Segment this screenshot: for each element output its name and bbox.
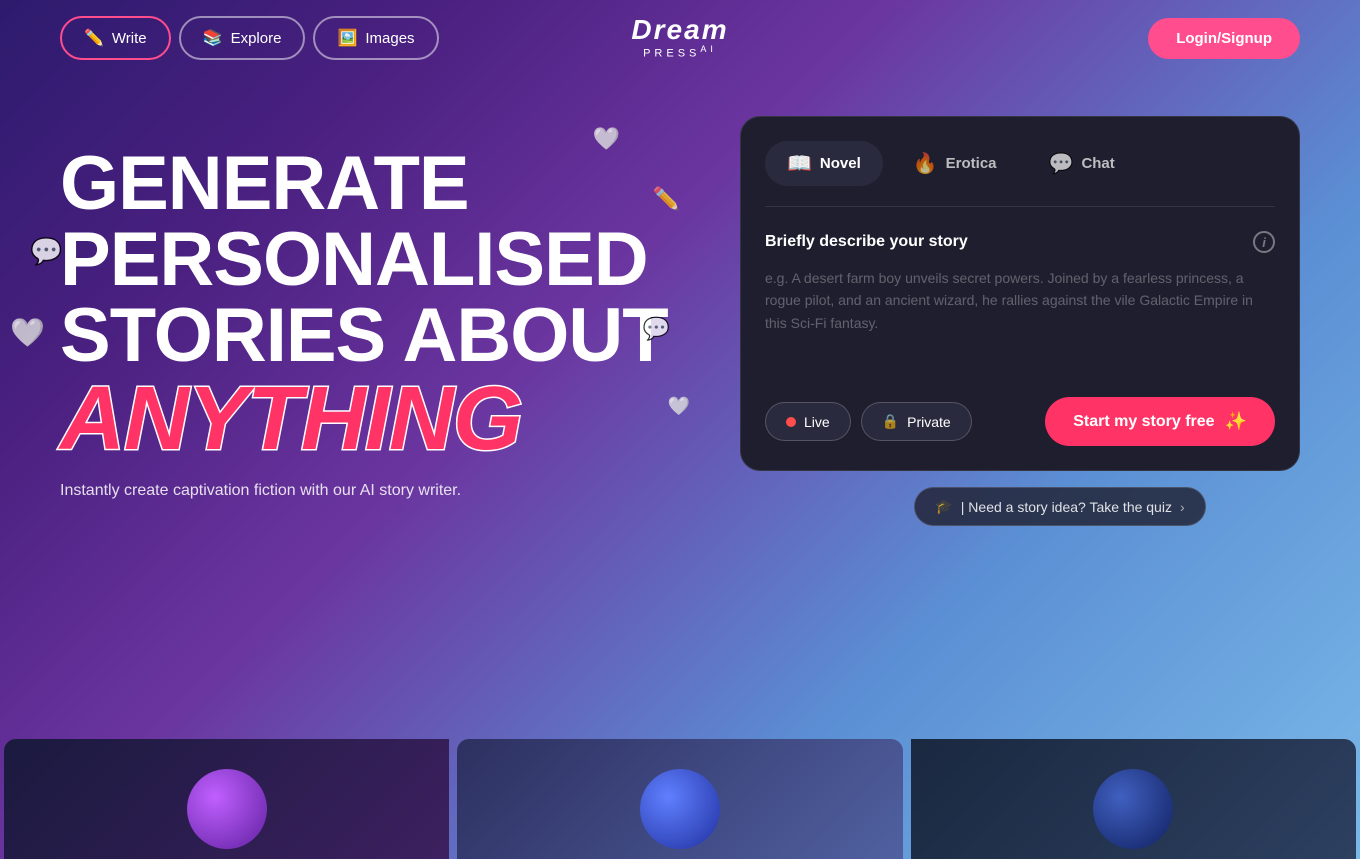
logo-title: Dream xyxy=(631,16,728,44)
chat-tab-icon: 💬 xyxy=(1049,151,1074,176)
preview-item-2 xyxy=(457,739,902,859)
write-icon: ✏️ xyxy=(84,28,104,48)
preview-item-3 xyxy=(911,739,1356,859)
explore-label: Explore xyxy=(231,30,282,47)
live-button[interactable]: Live xyxy=(765,402,851,441)
erotica-icon: 🔥 xyxy=(913,151,938,176)
hero-title: GENERATE PERSONALISED STORIES ABOUT ANYT… xyxy=(60,146,700,464)
private-label: Private xyxy=(907,414,951,430)
images-button[interactable]: 🖼️ Images xyxy=(313,16,438,60)
tab-chat[interactable]: 💬 Chat xyxy=(1027,141,1137,186)
pencil-icon: ✏️ xyxy=(653,186,680,212)
private-button[interactable]: 🔒 Private xyxy=(861,402,972,441)
heart-icon-3: 🤍 xyxy=(668,396,690,417)
login-button[interactable]: Login/Signup xyxy=(1148,18,1300,59)
logo-sub: PRESSAI xyxy=(631,44,728,60)
card-section: 📖 Novel 🔥 Erotica 💬 Chat Briefly describ… xyxy=(740,116,1300,526)
main-content: 🤍 ✏️ 💬 🤍 💬 🤍 GENERATE PERSONALISED STORI… xyxy=(0,76,1360,526)
chat-icon-2: 💬 xyxy=(643,316,670,342)
tab-erotica-label: Erotica xyxy=(946,155,997,172)
hero-line2: PERSONALISED xyxy=(60,217,648,302)
preview-face-2 xyxy=(640,769,720,849)
info-icon[interactable]: i xyxy=(1253,231,1275,253)
tab-erotica[interactable]: 🔥 Erotica xyxy=(891,141,1019,186)
preview-row xyxy=(0,739,1360,859)
preview-face-3 xyxy=(1093,769,1173,849)
tab-novel[interactable]: 📖 Novel xyxy=(765,141,883,186)
hero-section: 🤍 ✏️ 💬 🤍 💬 🤍 GENERATE PERSONALISED STORI… xyxy=(60,116,700,500)
hero-anything: ANYTHING xyxy=(60,374,700,464)
tab-bar: 📖 Novel 🔥 Erotica 💬 Chat xyxy=(765,141,1275,207)
navbar: ✏️ Write 📚 Explore 🖼️ Images Dream PRESS… xyxy=(0,0,1360,76)
preview-face-1 xyxy=(187,769,267,849)
hero-subtitle: Instantly create captivation fiction wit… xyxy=(60,482,700,500)
write-button[interactable]: ✏️ Write xyxy=(60,16,171,60)
chat-icon-1: 💬 xyxy=(30,236,62,267)
login-label: Login/Signup xyxy=(1176,30,1272,47)
preview-item-1 xyxy=(4,739,449,859)
tab-chat-label: Chat xyxy=(1081,155,1114,172)
sparkle-icon: ✨ xyxy=(1225,411,1247,432)
quiz-hat-icon: 🎓 xyxy=(935,498,952,515)
chevron-right-icon: › xyxy=(1180,499,1185,515)
quiz-label: | Need a story idea? Take the quiz xyxy=(961,499,1172,515)
live-dot xyxy=(786,417,796,427)
write-label: Write xyxy=(112,30,147,47)
novel-icon: 📖 xyxy=(787,151,812,176)
explore-icon: 📚 xyxy=(203,28,223,48)
card-bottom: Live 🔒 Private Start my story free ✨ xyxy=(765,397,1275,446)
start-story-button[interactable]: Start my story free ✨ xyxy=(1045,397,1275,446)
start-story-label: Start my story free xyxy=(1073,413,1214,431)
story-input[interactable]: e.g. A desert farm boy unveils secret po… xyxy=(765,267,1275,367)
hero-line1: GENERATE xyxy=(60,141,469,226)
description-label: Briefly describe your story xyxy=(765,233,968,251)
images-label: Images xyxy=(365,30,414,47)
live-label: Live xyxy=(804,414,830,430)
hero-line3: STORIES ABOUT xyxy=(60,293,668,378)
quiz-link-row: 🎓 | Need a story idea? Take the quiz › xyxy=(820,487,1300,526)
story-card: 📖 Novel 🔥 Erotica 💬 Chat Briefly describ… xyxy=(740,116,1300,471)
explore-button[interactable]: 📚 Explore xyxy=(179,16,306,60)
nav-left: ✏️ Write 📚 Explore 🖼️ Images xyxy=(60,16,439,60)
images-icon: 🖼️ xyxy=(337,28,357,48)
visibility-toggle: Live 🔒 Private xyxy=(765,402,972,441)
logo: Dream PRESSAI xyxy=(631,16,728,60)
quiz-pill[interactable]: 🎓 | Need a story idea? Take the quiz › xyxy=(914,487,1205,526)
private-icon: 🔒 xyxy=(882,413,899,430)
tab-novel-label: Novel xyxy=(820,155,861,172)
heart-icon-2: 🤍 xyxy=(10,316,45,349)
description-label-row: Briefly describe your story i xyxy=(765,231,1275,253)
heart-icon-1: 🤍 xyxy=(593,126,620,152)
